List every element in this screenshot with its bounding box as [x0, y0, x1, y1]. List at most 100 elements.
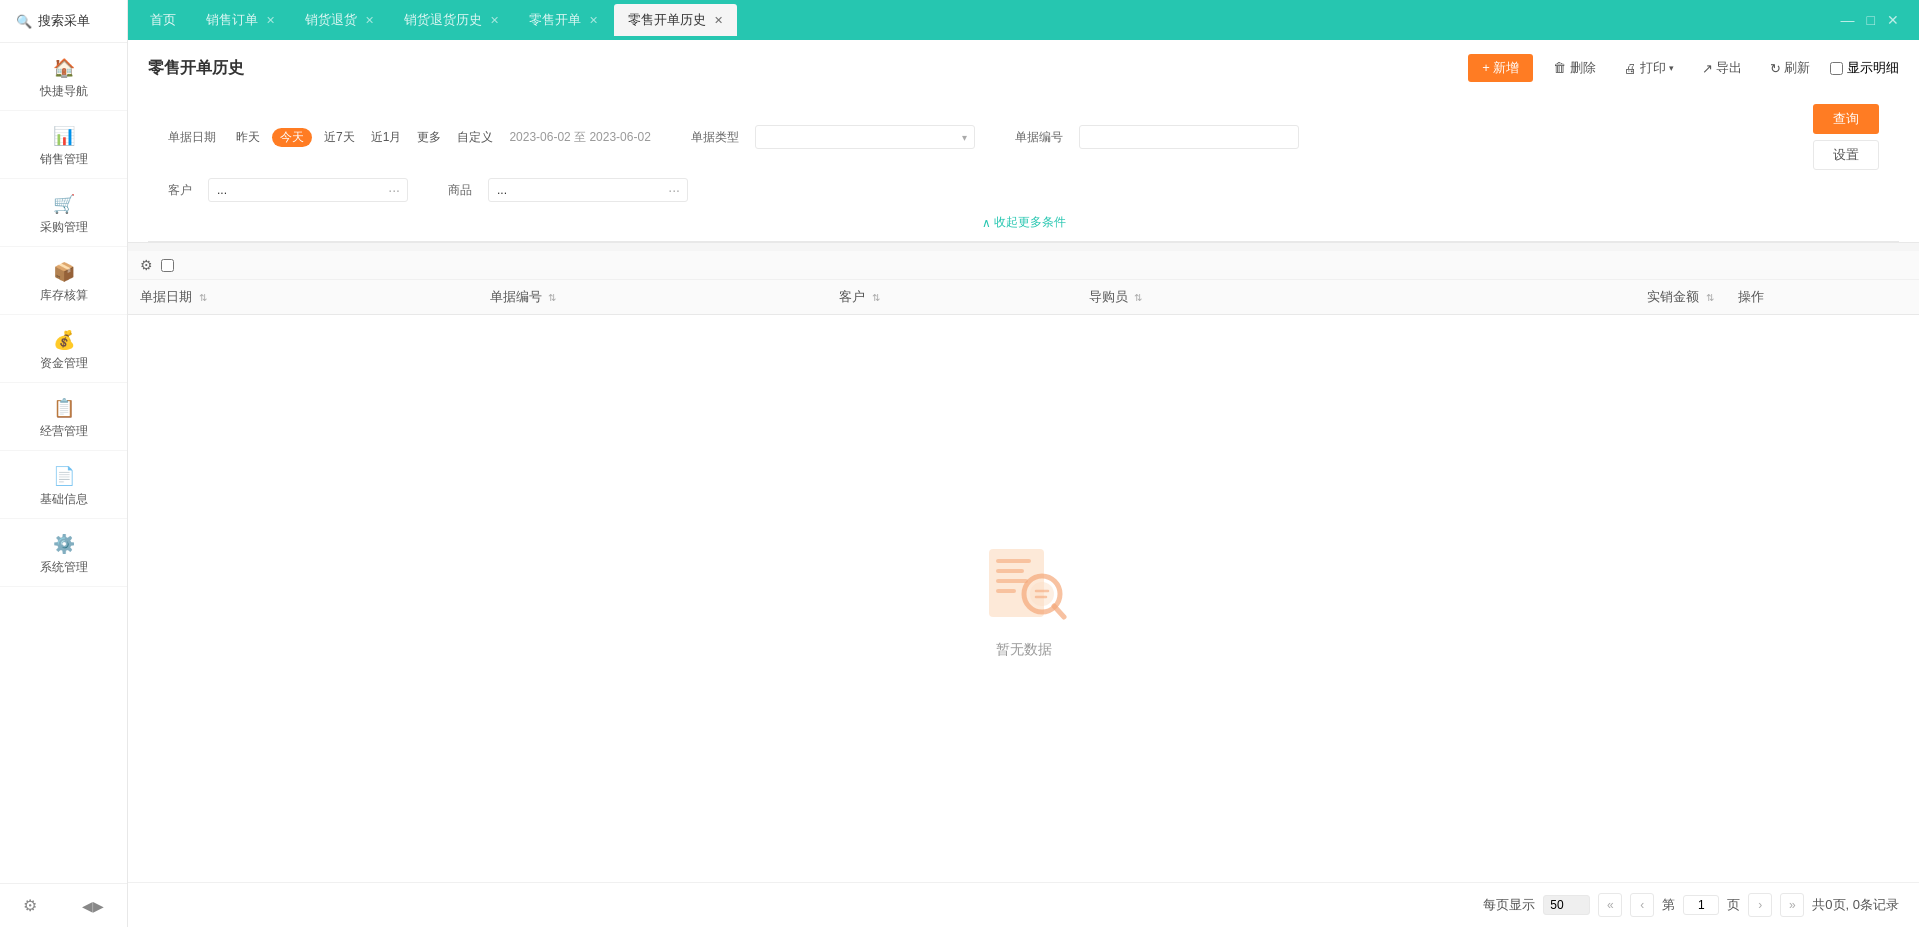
date-7days[interactable]: 近7天: [320, 128, 359, 147]
type-label: 单据类型: [691, 129, 739, 146]
tab-sales-return[interactable]: 销货退货 ✕: [291, 4, 388, 36]
close-tab-sales-return-history[interactable]: ✕: [490, 14, 499, 27]
money-icon: 💰: [53, 329, 75, 351]
sidebar-label-purchase-mgmt: 采购管理: [40, 219, 88, 236]
page-title-row: 零售开单历史 + 新增 🗑 删除 🖨 打印 ▾ ↗ 导出 ↻: [148, 54, 1899, 82]
query-button[interactable]: 查询: [1813, 104, 1879, 134]
sidebar-label-quick-nav: 快捷导航: [40, 83, 88, 100]
tab-retail-open[interactable]: 零售开单 ✕: [515, 4, 612, 36]
sort-number-icon: ⇅: [548, 292, 556, 303]
sidebar-item-quick-nav[interactable]: 🏠 快捷导航: [0, 43, 127, 111]
select-all-checkbox[interactable]: [161, 259, 174, 272]
per-page-select[interactable]: 50 100 200: [1543, 895, 1590, 915]
sidebar-search[interactable]: 🔍 搜索采单: [0, 0, 127, 43]
close-tab-retail-open[interactable]: ✕: [589, 14, 598, 27]
close-tab-sales-return[interactable]: ✕: [365, 14, 374, 27]
goods-label: 商品: [448, 182, 472, 199]
export-icon: ↗: [1702, 61, 1713, 76]
col-number[interactable]: 单据编号 ⇅: [478, 280, 828, 315]
minimize-btn[interactable]: —: [1841, 12, 1855, 28]
print-chevron-icon: ▾: [1669, 63, 1674, 73]
col-salesperson[interactable]: 导购员 ⇅: [1077, 280, 1377, 315]
sidebar-item-basic-info[interactable]: 📄 基础信息: [0, 451, 127, 519]
last-page-btn[interactable]: »: [1780, 893, 1804, 917]
delete-button[interactable]: 🗑 删除: [1545, 55, 1604, 81]
table-toolbar: ⚙: [128, 251, 1919, 280]
type-select[interactable]: [755, 125, 975, 149]
date-more[interactable]: 更多: [413, 128, 445, 147]
date-options: 昨天 今天 近7天 近1月 更多 自定义 2023-06-02 至 2023-0…: [232, 128, 651, 147]
box-icon: 📦: [53, 261, 75, 283]
prev-page-btn[interactable]: ‹: [1630, 893, 1654, 917]
table-settings-icon[interactable]: ⚙: [140, 257, 153, 273]
close-btn[interactable]: ✕: [1887, 12, 1899, 28]
sort-date-icon: ⇅: [199, 292, 207, 303]
clipboard-icon: 📋: [53, 397, 75, 419]
type-select-wrap: ▾: [755, 125, 975, 149]
goods-input-wrap: ···: [488, 178, 688, 202]
sidebar-label-inventory: 库存核算: [40, 287, 88, 304]
sidebar-item-sales-mgmt[interactable]: 📊 销售管理: [0, 111, 127, 179]
customer-label: 客户: [168, 182, 192, 199]
refresh-icon: ↻: [1770, 61, 1781, 76]
settings-icon[interactable]: ⚙: [23, 896, 37, 915]
table-header-row: 单据日期 ⇅ 单据编号 ⇅ 客户 ⇅ 导购员 ⇅: [128, 280, 1919, 315]
sidebar-item-ops-mgmt[interactable]: 📋 经营管理: [0, 383, 127, 451]
close-tab-retail-open-history[interactable]: ✕: [714, 14, 723, 27]
sidebar-label-sys-mgmt: 系统管理: [40, 559, 88, 576]
current-page-input[interactable]: 1: [1683, 895, 1719, 915]
refresh-button[interactable]: ↻ 刷新: [1762, 55, 1818, 81]
home-icon: 🏠: [53, 57, 75, 79]
number-input[interactable]: [1079, 125, 1299, 149]
tab-retail-open-history[interactable]: 零售开单历史 ✕: [614, 4, 737, 36]
date-custom[interactable]: 自定义: [453, 128, 497, 147]
print-icon: 🖨: [1624, 61, 1637, 76]
col-customer[interactable]: 客户 ⇅: [827, 280, 1076, 315]
display-detail-label[interactable]: 显示明细: [1830, 59, 1899, 77]
collapse-button[interactable]: ∧ 收起更多条件: [982, 214, 1066, 231]
col-date[interactable]: 单据日期 ⇅: [128, 280, 478, 315]
export-button[interactable]: ↗ 导出: [1694, 55, 1750, 81]
customer-input-wrap: ···: [208, 178, 408, 202]
svg-rect-3: [996, 579, 1028, 583]
page-header: 零售开单历史 + 新增 🗑 删除 🖨 打印 ▾ ↗ 导出 ↻: [128, 40, 1919, 243]
customer-input[interactable]: [208, 178, 408, 202]
tab-home[interactable]: 首页: [136, 11, 190, 29]
content-area: 零售开单历史 + 新增 🗑 删除 🖨 打印 ▾ ↗ 导出 ↻: [128, 40, 1919, 927]
toolbar: + 新增 🗑 删除 🖨 打印 ▾ ↗ 导出 ↻ 刷新: [1468, 54, 1899, 82]
maximize-btn[interactable]: □: [1867, 12, 1875, 28]
svg-line-7: [1054, 606, 1064, 617]
page-label-after: 页: [1727, 896, 1740, 914]
date-1month[interactable]: 近1月: [367, 128, 406, 147]
goods-input[interactable]: [488, 178, 688, 202]
close-tab-sales-order[interactable]: ✕: [266, 14, 275, 27]
customer-dots-icon[interactable]: ···: [388, 182, 400, 198]
tab-sales-order[interactable]: 销售订单 ✕: [192, 4, 289, 36]
first-page-btn[interactable]: «: [1598, 893, 1622, 917]
next-page-btn[interactable]: ›: [1748, 893, 1772, 917]
goods-dots-icon[interactable]: ···: [668, 182, 680, 198]
empty-state: 暂无数据: [128, 315, 1919, 882]
main-area: 首页 销售订单 ✕ 销货退货 ✕ 销货退货历史 ✕ 零售开单 ✕ 零售开单历史 …: [128, 0, 1919, 927]
sidebar-item-purchase-mgmt[interactable]: 🛒 采购管理: [0, 179, 127, 247]
collapse-sidebar-icon[interactable]: ◀▶: [82, 898, 104, 914]
table-area: ⚙ 单据日期 ⇅ 单据编号 ⇅ 客户: [128, 251, 1919, 927]
chart-icon: 📊: [53, 125, 75, 147]
col-action: 操作: [1726, 280, 1919, 315]
print-button[interactable]: 🖨 打印 ▾: [1616, 55, 1682, 81]
svg-point-6: [1030, 582, 1054, 606]
col-amount[interactable]: 实销金额 ⇅: [1376, 280, 1726, 315]
display-detail-checkbox[interactable]: [1830, 62, 1843, 75]
query-buttons: 查询 设置: [1813, 104, 1879, 170]
sidebar-item-finance-mgmt[interactable]: 💰 资金管理: [0, 315, 127, 383]
window-controls: — □ ✕: [1841, 12, 1911, 28]
tab-sales-return-history[interactable]: 销货退货历史 ✕: [390, 4, 513, 36]
sidebar-item-sys-mgmt[interactable]: ⚙️ 系统管理: [0, 519, 127, 587]
date-today[interactable]: 今天: [272, 128, 312, 147]
date-yesterday[interactable]: 昨天: [232, 128, 264, 147]
sidebar-item-inventory[interactable]: 📦 库存核算: [0, 247, 127, 315]
doc-icon: 📄: [53, 465, 75, 487]
add-button[interactable]: + 新增: [1468, 54, 1533, 82]
gear-icon: ⚙️: [53, 533, 75, 555]
filter-settings-button[interactable]: 设置: [1813, 140, 1879, 170]
